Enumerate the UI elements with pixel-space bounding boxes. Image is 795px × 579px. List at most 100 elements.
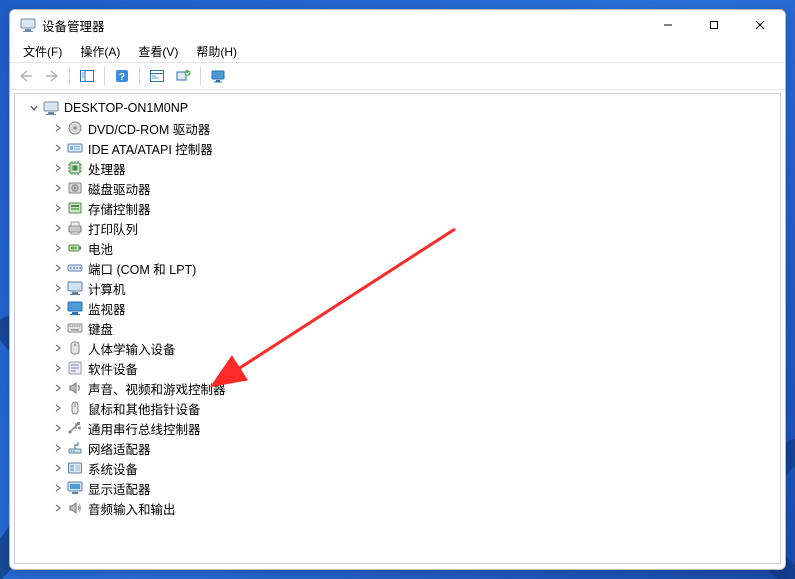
device-manager-window: 设备管理器 文件(F) 操作(A) 查看(V) 帮助(H) <box>9 9 786 570</box>
tree-item-label: 系统设备 <box>87 459 138 478</box>
tree-item-system[interactable]: 系统设备 <box>15 458 780 478</box>
tree-item-mouse[interactable]: 鼠标和其他指针设备 <box>15 398 780 418</box>
caret-right-icon[interactable] <box>51 381 65 395</box>
menu-help[interactable]: 帮助(H) <box>189 41 244 62</box>
caret-right-icon[interactable] <box>51 341 65 355</box>
tree-root-label: DESKTOP-ON1M0NP <box>63 101 188 115</box>
tree-item-dvd[interactable]: DVD/CD-ROM 驱动器 <box>15 118 780 138</box>
menubar: 文件(F) 操作(A) 查看(V) 帮助(H) <box>10 40 785 62</box>
tree-item-label: 鼠标和其他指针设备 <box>87 399 201 418</box>
caret-right-icon[interactable] <box>51 321 65 335</box>
tree-item-label: 处理器 <box>87 159 126 178</box>
caret-right-icon[interactable] <box>51 281 65 295</box>
close-button[interactable] <box>737 10 783 40</box>
display-icon <box>67 480 83 496</box>
toolbar: ? <box>10 62 785 90</box>
tree-root-row[interactable]: DESKTOP-ON1M0NP <box>15 98 780 118</box>
caret-right-icon[interactable] <box>51 361 65 375</box>
software-icon <box>67 360 83 376</box>
network-icon <box>67 440 83 456</box>
caret-right-icon[interactable] <box>51 201 65 215</box>
caret-right-icon[interactable] <box>51 461 65 475</box>
system-icon <box>67 460 83 476</box>
caret-right-icon[interactable] <box>51 261 65 275</box>
window-controls <box>645 10 783 40</box>
tree-item-hid[interactable]: 人体学输入设备 <box>15 338 780 358</box>
tree-item-sound[interactable]: 声音、视频和游戏控制器 <box>15 378 780 398</box>
tree-item-label: 电池 <box>87 239 113 258</box>
properties-button[interactable] <box>145 65 169 87</box>
tree-item-label: 磁盘驱动器 <box>87 179 151 198</box>
app-icon <box>20 17 36 33</box>
battery-icon <box>67 240 83 256</box>
scan-hardware-button[interactable] <box>171 65 195 87</box>
caret-right-icon[interactable] <box>51 181 65 195</box>
tree-item-label: 计算机 <box>87 279 126 298</box>
tree-item-label: 软件设备 <box>87 359 138 378</box>
caret-right-icon[interactable] <box>51 141 65 155</box>
monitor-icon <box>67 300 83 316</box>
menu-action[interactable]: 操作(A) <box>73 41 127 62</box>
keyboard-icon <box>67 320 83 336</box>
toolbar-separator <box>200 67 201 85</box>
tree-item-label: 存储控制器 <box>87 199 151 218</box>
ports-icon <box>67 260 83 276</box>
caret-right-icon[interactable] <box>51 221 65 235</box>
menu-view[interactable]: 查看(V) <box>131 41 185 62</box>
tree-item-label: 打印队列 <box>87 219 138 238</box>
cpu-icon <box>67 160 83 176</box>
caret-right-icon[interactable] <box>51 121 65 135</box>
dvd-icon <box>67 120 83 136</box>
hid-icon <box>67 340 83 356</box>
caret-right-icon[interactable] <box>51 481 65 495</box>
tree-item-label: 显示适配器 <box>87 479 151 498</box>
tree-item-storage[interactable]: 存储控制器 <box>15 198 780 218</box>
show-hide-tree-button[interactable] <box>75 65 99 87</box>
caret-down-icon[interactable] <box>27 101 41 115</box>
ide-icon <box>67 140 83 156</box>
window-title: 设备管理器 <box>42 16 105 35</box>
tree-item-display[interactable]: 显示适配器 <box>15 478 780 498</box>
monitor-button[interactable] <box>206 65 230 87</box>
caret-right-icon[interactable] <box>51 241 65 255</box>
tree-item-keyboard[interactable]: 键盘 <box>15 318 780 338</box>
toolbar-separator <box>69 67 70 85</box>
tree-item-label: 键盘 <box>87 319 113 338</box>
caret-right-icon[interactable] <box>51 401 65 415</box>
tree-item-cpu[interactable]: 处理器 <box>15 158 780 178</box>
device-tree-panel[interactable]: DESKTOP-ON1M0NP DVD/CD-ROM 驱动器IDE ATA/AT… <box>14 93 781 564</box>
usb-icon <box>67 420 83 436</box>
tree-item-network[interactable]: 网络适配器 <box>15 438 780 458</box>
caret-right-icon[interactable] <box>51 441 65 455</box>
caret-right-icon[interactable] <box>51 301 65 315</box>
back-button[interactable] <box>14 65 38 87</box>
audioio-icon <box>67 500 83 516</box>
help-button[interactable]: ? <box>110 65 134 87</box>
caret-right-icon[interactable] <box>51 501 65 515</box>
tree-item-monitor[interactable]: 监视器 <box>15 298 780 318</box>
computer-icon <box>43 100 59 116</box>
tree-item-software[interactable]: 软件设备 <box>15 358 780 378</box>
menu-file[interactable]: 文件(F) <box>16 41 69 62</box>
forward-button[interactable] <box>40 65 64 87</box>
tree-item-battery[interactable]: 电池 <box>15 238 780 258</box>
tree-item-label: 声音、视频和游戏控制器 <box>87 379 226 398</box>
tree-item-computer[interactable]: 计算机 <box>15 278 780 298</box>
toolbar-separator <box>139 67 140 85</box>
svg-text:?: ? <box>119 72 125 83</box>
tree-item-printq[interactable]: 打印队列 <box>15 218 780 238</box>
printq-icon <box>67 220 83 236</box>
minimize-button[interactable] <box>645 10 691 40</box>
storage-icon <box>67 200 83 216</box>
tree-item-usb[interactable]: 通用串行总线控制器 <box>15 418 780 438</box>
tree-item-audioio[interactable]: 音频输入和输出 <box>15 498 780 518</box>
tree-item-label: 网络适配器 <box>87 439 151 458</box>
maximize-button[interactable] <box>691 10 737 40</box>
caret-right-icon[interactable] <box>51 161 65 175</box>
titlebar: 设备管理器 <box>10 10 785 40</box>
tree-item-disk[interactable]: 磁盘驱动器 <box>15 178 780 198</box>
tree-item-label: IDE ATA/ATAPI 控制器 <box>87 139 213 158</box>
tree-item-ports[interactable]: 端口 (COM 和 LPT) <box>15 258 780 278</box>
tree-item-ide[interactable]: IDE ATA/ATAPI 控制器 <box>15 138 780 158</box>
caret-right-icon[interactable] <box>51 421 65 435</box>
